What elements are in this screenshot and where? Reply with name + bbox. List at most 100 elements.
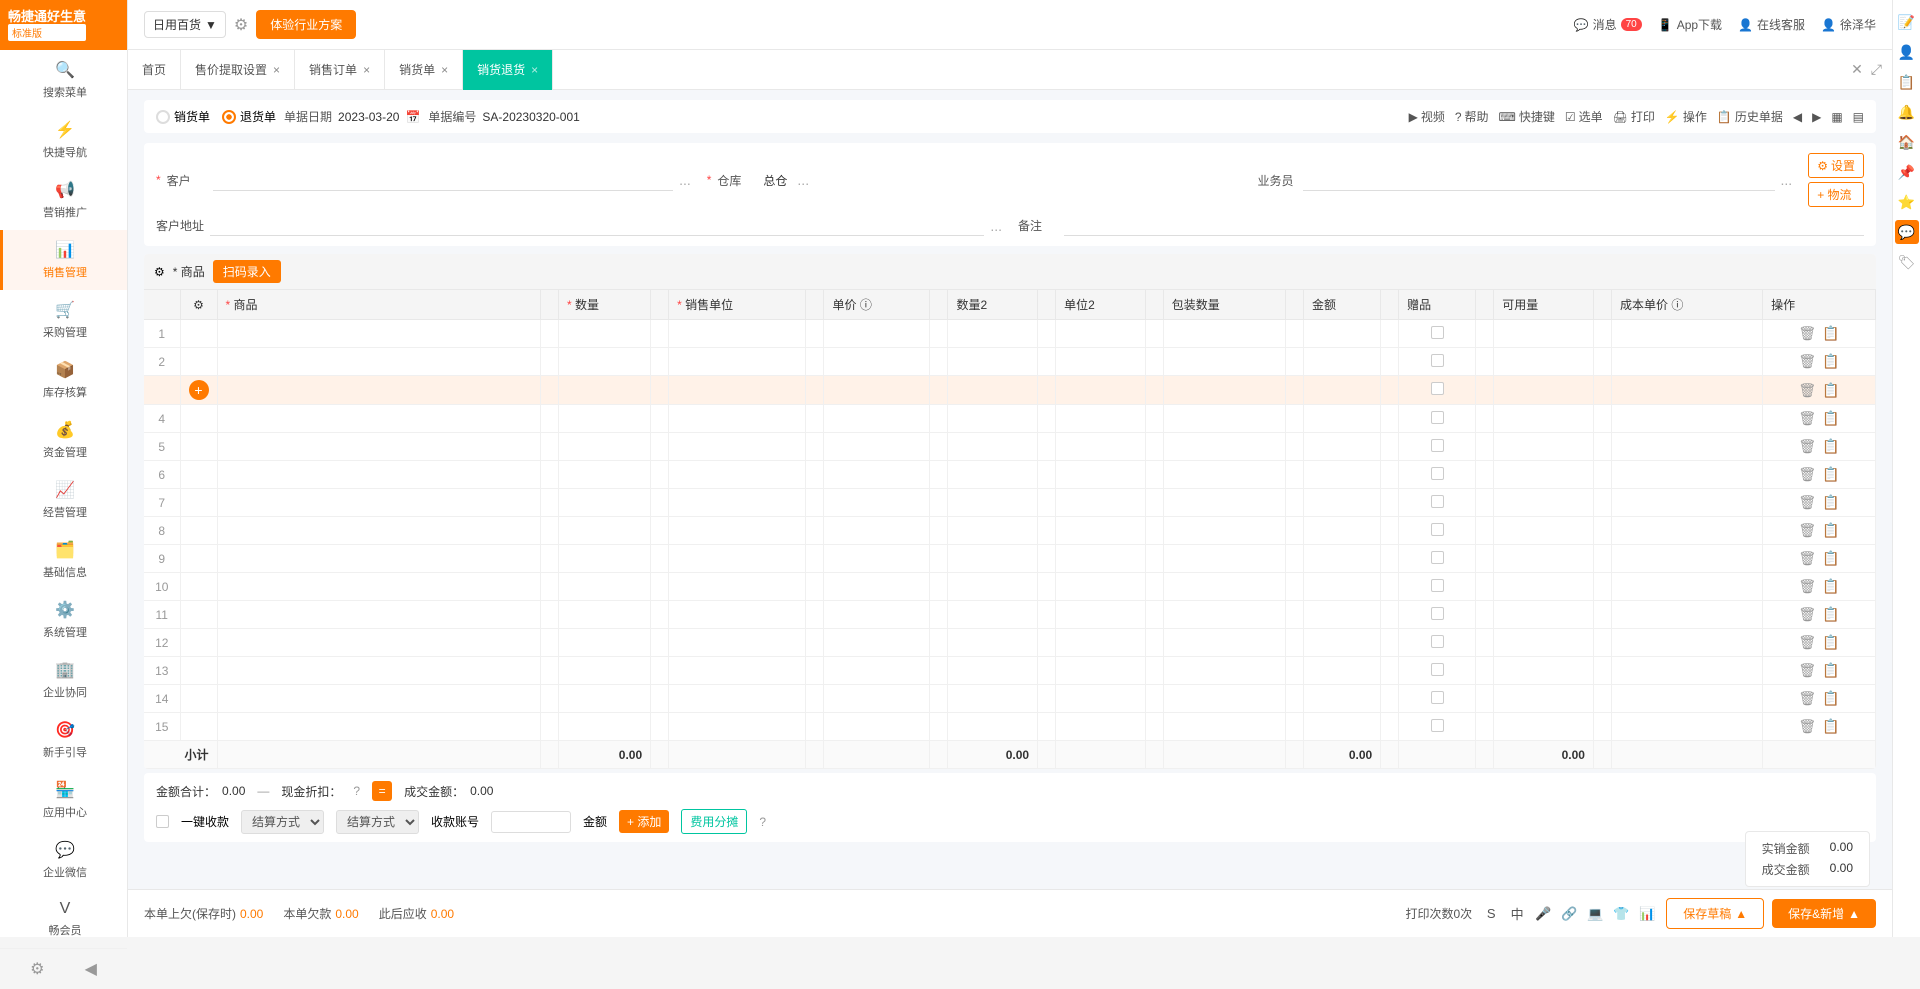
row-price-3[interactable] bbox=[824, 376, 930, 405]
sidebar-item-guide[interactable]: 🎯 新手引导 bbox=[0, 710, 127, 770]
gift-checkbox-7[interactable] bbox=[1431, 495, 1444, 508]
row-qty2-1[interactable] bbox=[948, 320, 1038, 348]
gift-checkbox-15[interactable] bbox=[1431, 719, 1444, 732]
row-unit-9[interactable] bbox=[669, 545, 806, 573]
sidebar-item-finance[interactable]: 💰 资金管理 bbox=[0, 410, 127, 470]
row-qty2-3[interactable] bbox=[948, 376, 1038, 405]
mini-icon-2[interactable]: 👤 bbox=[1895, 40, 1919, 64]
copy-icon-1[interactable]: 📋 bbox=[1822, 325, 1839, 342]
row-available-15[interactable] bbox=[1494, 713, 1594, 741]
row-unit2-4[interactable] bbox=[1056, 405, 1146, 433]
row-pkgqty-15[interactable] bbox=[1163, 713, 1285, 741]
row-pkgqty-12[interactable] bbox=[1163, 629, 1285, 657]
delete-icon-15[interactable]: 🗑 bbox=[1798, 718, 1816, 735]
tab-sales-return[interactable]: 销货退货 × bbox=[463, 50, 553, 90]
radio-return[interactable]: 退货单 bbox=[222, 108, 276, 125]
row-unit2-5[interactable] bbox=[1056, 433, 1146, 461]
row-cost-5[interactable] bbox=[1611, 433, 1762, 461]
tab-sales-order[interactable]: 销售订单 × bbox=[295, 50, 385, 90]
row-gift-3[interactable] bbox=[1399, 376, 1476, 405]
delete-icon-8[interactable]: 🗑 bbox=[1798, 522, 1816, 539]
copy-icon-2[interactable]: 📋 bbox=[1822, 353, 1839, 370]
one-key-pay-checkbox[interactable] bbox=[156, 815, 169, 828]
row-unit2-1[interactable] bbox=[1056, 320, 1146, 348]
row-qty2-11[interactable] bbox=[948, 601, 1038, 629]
row-gift-10[interactable] bbox=[1399, 573, 1476, 601]
row-gift-5[interactable] bbox=[1399, 433, 1476, 461]
delete-icon-1[interactable]: 🗑 bbox=[1798, 325, 1816, 342]
row-cost-11[interactable] bbox=[1611, 601, 1762, 629]
row-price-11[interactable] bbox=[824, 601, 930, 629]
sidebar-item-sales[interactable]: 📊 销售管理 bbox=[0, 230, 127, 290]
delete-icon-11[interactable]: 🗑 bbox=[1798, 606, 1816, 623]
sidebar-item-appstore[interactable]: 🏪 应用中心 bbox=[0, 770, 127, 830]
row-amount-13[interactable] bbox=[1304, 657, 1381, 685]
row-unit2-2[interactable] bbox=[1056, 348, 1146, 376]
row-quantity-9[interactable] bbox=[558, 545, 650, 573]
mini-icon-6[interactable]: 📌 bbox=[1895, 160, 1919, 184]
row-unit-2[interactable] bbox=[669, 348, 806, 376]
mini-icon-7[interactable]: ⭐ bbox=[1895, 190, 1919, 214]
tab-price-settings-close[interactable]: × bbox=[273, 63, 280, 77]
row-price-4[interactable] bbox=[824, 405, 930, 433]
save-new-btn[interactable]: 保存&新增 ▲ bbox=[1772, 899, 1876, 928]
gift-checkbox-12[interactable] bbox=[1431, 635, 1444, 648]
experience-btn[interactable]: 体验行业方案 bbox=[256, 10, 356, 39]
add-row-btn[interactable]: + bbox=[189, 380, 209, 400]
row-unit2-10[interactable] bbox=[1056, 573, 1146, 601]
sidebar-collapse-icon[interactable]: ◀ bbox=[85, 959, 97, 979]
row-product-11[interactable] bbox=[217, 601, 540, 629]
bottom-icon-2[interactable]: 中 bbox=[1506, 903, 1528, 925]
row-amount-9[interactable] bbox=[1304, 545, 1381, 573]
save-draft-btn[interactable]: 保存草稿 ▲ bbox=[1666, 898, 1764, 929]
gift-checkbox-10[interactable] bbox=[1431, 579, 1444, 592]
row-product-14[interactable] bbox=[217, 685, 540, 713]
row-available-9[interactable] bbox=[1494, 545, 1594, 573]
customer-dots[interactable]: ... bbox=[679, 172, 691, 188]
delete-icon-6[interactable]: 🗑 bbox=[1798, 466, 1816, 483]
row-qty2-9[interactable] bbox=[948, 545, 1038, 573]
row-pkgqty-5[interactable] bbox=[1163, 433, 1285, 461]
row-unit2-13[interactable] bbox=[1056, 657, 1146, 685]
tab-sales-delivery[interactable]: 销货单 × bbox=[385, 50, 463, 90]
row-cost-2[interactable] bbox=[1611, 348, 1762, 376]
row-unit-15[interactable] bbox=[669, 713, 806, 741]
row-cost-4[interactable] bbox=[1611, 405, 1762, 433]
notification-item[interactable]: 💬 消息 70 bbox=[1574, 16, 1642, 33]
row-unit-6[interactable] bbox=[669, 461, 806, 489]
row-pkgqty-2[interactable] bbox=[1163, 348, 1285, 376]
row-price-10[interactable] bbox=[824, 573, 930, 601]
row-pkgqty-7[interactable] bbox=[1163, 489, 1285, 517]
row-available-11[interactable] bbox=[1494, 601, 1594, 629]
row-gift-6[interactable] bbox=[1399, 461, 1476, 489]
bottom-icon-3[interactable]: 🎤 bbox=[1532, 903, 1554, 925]
add-fee-btn[interactable]: + 添加 bbox=[619, 810, 669, 833]
tab-sales-return-close[interactable]: × bbox=[531, 63, 538, 77]
row-gift-13[interactable] bbox=[1399, 657, 1476, 685]
view-grid-icon[interactable]: ▤ bbox=[1853, 110, 1864, 124]
row-qty2-2[interactable] bbox=[948, 348, 1038, 376]
row-qty2-7[interactable] bbox=[948, 489, 1038, 517]
gift-checkbox-4[interactable] bbox=[1431, 411, 1444, 424]
row-product-8[interactable] bbox=[217, 517, 540, 545]
nav-next-icon[interactable]: ▶ bbox=[1812, 110, 1821, 124]
row-product-9[interactable] bbox=[217, 545, 540, 573]
row-amount-4[interactable] bbox=[1304, 405, 1381, 433]
radio-delivery[interactable]: 销货单 bbox=[156, 108, 210, 125]
row-unit-12[interactable] bbox=[669, 629, 806, 657]
row-unit2-3[interactable] bbox=[1056, 376, 1146, 405]
row-amount-6[interactable] bbox=[1304, 461, 1381, 489]
row-quantity-14[interactable] bbox=[558, 685, 650, 713]
fee-split-btn[interactable]: 费用分摊 bbox=[681, 809, 747, 834]
row-price-9[interactable] bbox=[824, 545, 930, 573]
gift-checkbox-6[interactable] bbox=[1431, 467, 1444, 480]
row-product-2[interactable] bbox=[217, 348, 540, 376]
copy-icon-13[interactable]: 📋 bbox=[1822, 662, 1839, 679]
row-available-2[interactable] bbox=[1494, 348, 1594, 376]
row-cost-1[interactable] bbox=[1611, 320, 1762, 348]
print-btn[interactable]: 🖨 打印 bbox=[1613, 108, 1655, 125]
sidebar-item-marketing[interactable]: 📢 营销推广 bbox=[0, 170, 127, 230]
row-gift-14[interactable] bbox=[1399, 685, 1476, 713]
delete-icon-9[interactable]: 🗑 bbox=[1798, 550, 1816, 567]
copy-icon-8[interactable]: 📋 bbox=[1822, 522, 1839, 539]
